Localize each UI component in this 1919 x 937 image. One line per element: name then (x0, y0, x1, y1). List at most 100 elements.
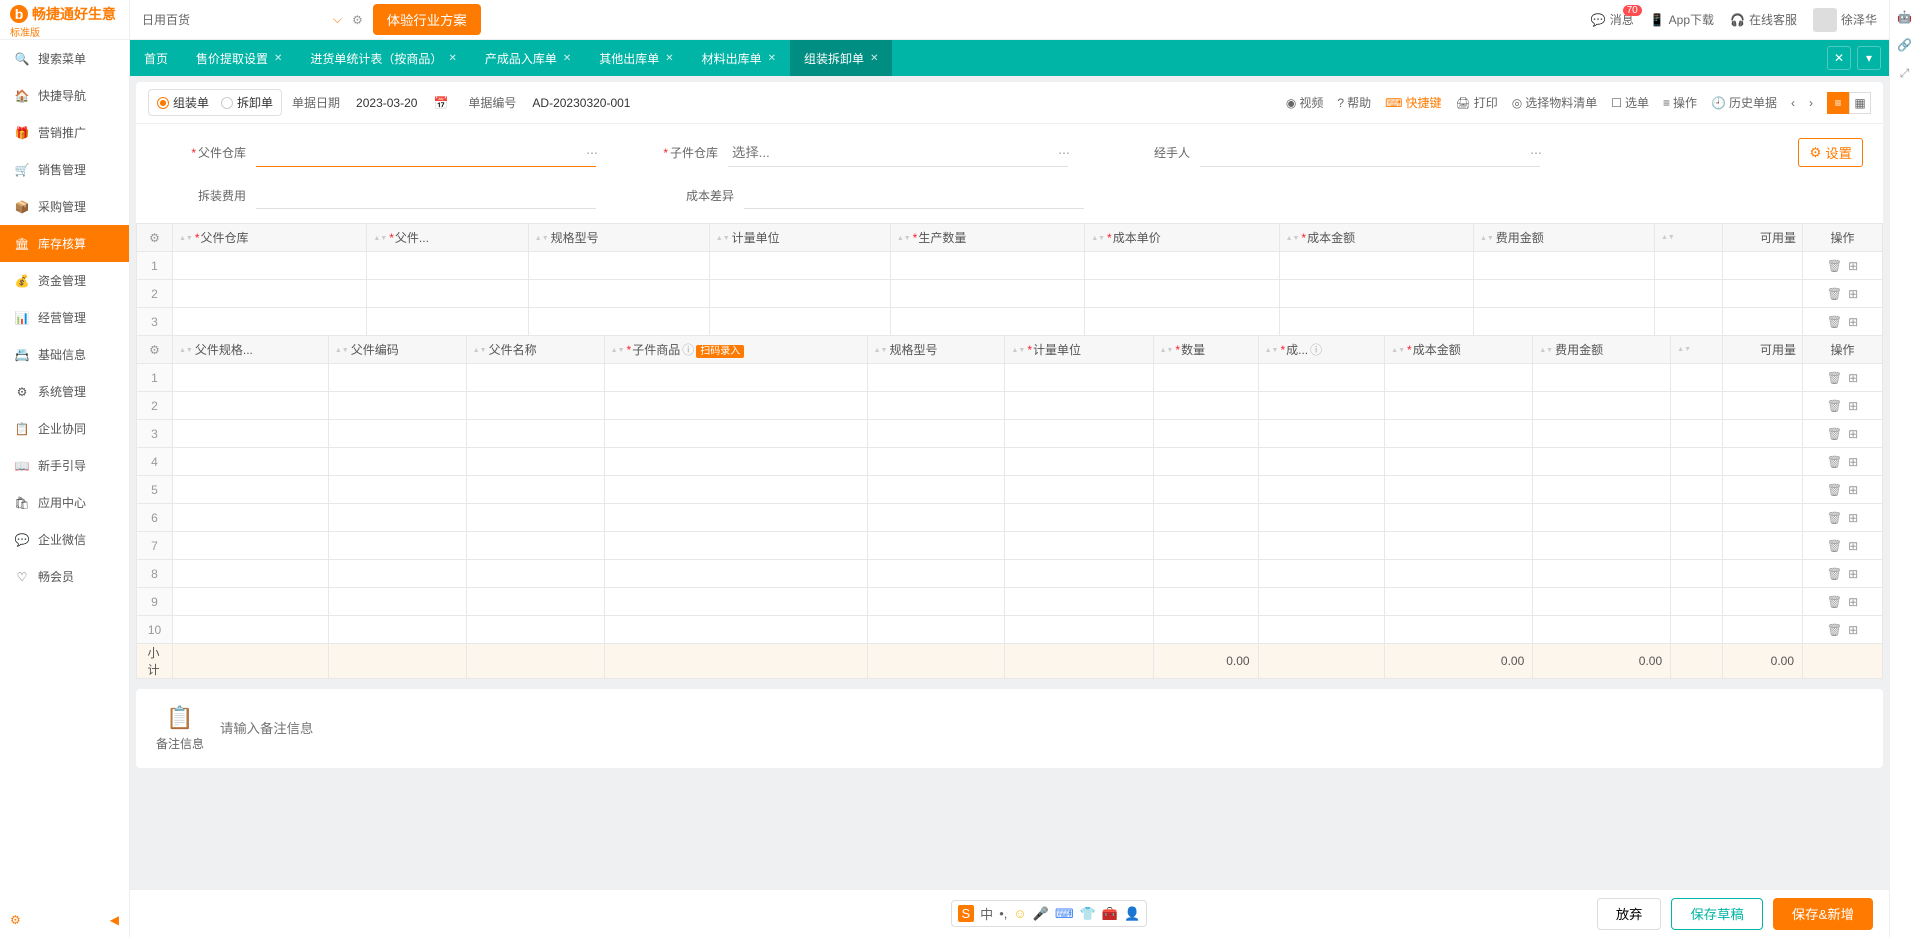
table-cell[interactable] (328, 392, 466, 420)
col-parent[interactable]: ▲▼父件... (367, 224, 528, 252)
ime-emoji-icon[interactable]: ☺ (1013, 906, 1026, 921)
table-cell[interactable] (328, 420, 466, 448)
table-cell[interactable] (1005, 616, 1153, 644)
table-cell[interactable] (1533, 420, 1671, 448)
table-cell[interactable] (604, 532, 867, 560)
delete-icon[interactable]: 🗑 (1827, 623, 1842, 637)
ime-user-icon[interactable]: 👤 (1124, 906, 1140, 922)
table-cell[interactable] (604, 476, 867, 504)
robot-icon[interactable]: 🤖 (1897, 10, 1912, 24)
ime-toolbox-icon[interactable]: 🧰 (1102, 906, 1118, 922)
nav-item[interactable]: ⚙系统管理 (0, 373, 129, 410)
table-cell[interactable] (867, 476, 1005, 504)
table-cell[interactable] (1671, 392, 1723, 420)
col-blank[interactable]: ▲▼ (1671, 336, 1723, 364)
table-cell[interactable] (1723, 308, 1803, 336)
ime-punct-icon[interactable]: •, (999, 906, 1007, 921)
tab[interactable]: 首页 (130, 40, 182, 76)
table-cell[interactable] (173, 532, 329, 560)
table-cell[interactable] (328, 560, 466, 588)
table-cell[interactable] (890, 308, 1084, 336)
table-cell[interactable] (173, 364, 329, 392)
table-cell[interactable] (1005, 420, 1153, 448)
add-row-icon[interactable]: ⊞ (1848, 567, 1858, 581)
nav-item[interactable]: 🛒销售管理 (0, 151, 129, 188)
handler-input[interactable] (1200, 139, 1540, 167)
col-spec[interactable]: ▲▼规格型号 (867, 336, 1005, 364)
table-row[interactable]: 6🗑⊞ (137, 504, 1883, 532)
table-cell[interactable] (1671, 364, 1723, 392)
table-row[interactable]: 7🗑⊞ (137, 532, 1883, 560)
table-cell[interactable] (604, 588, 867, 616)
col-available[interactable]: 可用量 (1723, 224, 1803, 252)
category-dropdown[interactable]: 日用百货 ⌵ (142, 6, 342, 34)
delete-icon[interactable]: 🗑 (1827, 511, 1842, 525)
table-cell[interactable] (1153, 448, 1258, 476)
table-cell[interactable] (1153, 364, 1258, 392)
nav-item[interactable]: 🛍应用中心 (0, 484, 129, 521)
table-cell[interactable] (1385, 476, 1533, 504)
parent-warehouse-input[interactable] (256, 139, 596, 167)
table-cell[interactable] (1533, 504, 1671, 532)
table-cell[interactable] (1258, 392, 1385, 420)
col-fee-amount[interactable]: ▲▼费用金额 (1473, 224, 1654, 252)
table-cell[interactable] (1671, 532, 1723, 560)
cost-diff-input[interactable] (744, 181, 1084, 209)
add-row-icon[interactable]: ⊞ (1848, 315, 1858, 329)
add-row-icon[interactable]: ⊞ (1848, 483, 1858, 497)
tab-menu-icon[interactable]: ▾ (1857, 46, 1881, 70)
nav-item[interactable]: 🏠快捷导航 (0, 77, 129, 114)
add-row-icon[interactable]: ⊞ (1848, 287, 1858, 301)
nav-next-icon[interactable]: › (1809, 96, 1813, 110)
table-cell[interactable] (867, 588, 1005, 616)
table-cell[interactable] (466, 532, 604, 560)
nav-item[interactable]: 💬企业微信 (0, 521, 129, 558)
add-row-icon[interactable]: ⊞ (1848, 539, 1858, 553)
table-cell[interactable] (1533, 476, 1671, 504)
table-cell[interactable] (173, 616, 329, 644)
table-config-icon[interactable]: ⚙ (137, 224, 173, 252)
table-cell[interactable] (604, 560, 867, 588)
try-industry-button[interactable]: 体验行业方案 (373, 4, 481, 35)
radio-assembly[interactable]: 组装单 (157, 94, 209, 111)
table-cell[interactable] (367, 280, 528, 308)
view-list-icon[interactable]: ≡ (1827, 92, 1849, 114)
table-cell[interactable] (604, 364, 867, 392)
tab[interactable]: 售价提取设置✕ (182, 40, 296, 76)
table-cell[interactable] (867, 532, 1005, 560)
tab-close-icon[interactable]: ✕ (665, 53, 673, 64)
table-cell[interactable] (1153, 420, 1258, 448)
table-cell[interactable] (1723, 588, 1803, 616)
settings-icon[interactable]: ⚙ (10, 913, 21, 927)
nav-item[interactable]: 💰资金管理 (0, 262, 129, 299)
table-cell[interactable] (1153, 392, 1258, 420)
tab[interactable]: 产成品入库单✕ (471, 40, 585, 76)
help-link[interactable]: ? 帮助 (1337, 94, 1371, 111)
col-cost-price[interactable]: ▲▼成本单价 (1085, 224, 1279, 252)
table-cell[interactable] (1385, 504, 1533, 532)
table-cell[interactable] (1085, 308, 1279, 336)
link-icon[interactable]: 🔗 (1897, 38, 1912, 52)
table-cell[interactable] (1654, 280, 1722, 308)
table-cell[interactable] (466, 616, 604, 644)
ime-mic-icon[interactable]: 🎤 (1033, 906, 1049, 922)
table-cell[interactable] (1153, 532, 1258, 560)
col-cost[interactable]: ▲▼成...ⓘ (1258, 336, 1385, 364)
table-cell[interactable] (466, 448, 604, 476)
lookup-icon[interactable]: ⋯ (1530, 146, 1542, 160)
col-parent-code[interactable]: ▲▼父件编码 (328, 336, 466, 364)
table-cell[interactable] (466, 364, 604, 392)
delete-icon[interactable]: 🗑 (1827, 595, 1842, 609)
shortcut-link[interactable]: ⌨ 快捷键 (1385, 94, 1441, 111)
table-cell[interactable] (1723, 392, 1803, 420)
table-cell[interactable] (466, 504, 604, 532)
nav-item[interactable]: 📊经营管理 (0, 299, 129, 336)
table-cell[interactable] (1385, 616, 1533, 644)
operate-link[interactable]: ≡ 操作 (1663, 94, 1697, 111)
table-cell[interactable] (867, 504, 1005, 532)
table-cell[interactable] (1654, 252, 1722, 280)
delete-icon[interactable]: 🗑 (1827, 315, 1842, 329)
delete-icon[interactable]: 🗑 (1827, 483, 1842, 497)
tab-close-icon[interactable]: ✕ (563, 53, 571, 64)
table-cell[interactable] (173, 280, 367, 308)
